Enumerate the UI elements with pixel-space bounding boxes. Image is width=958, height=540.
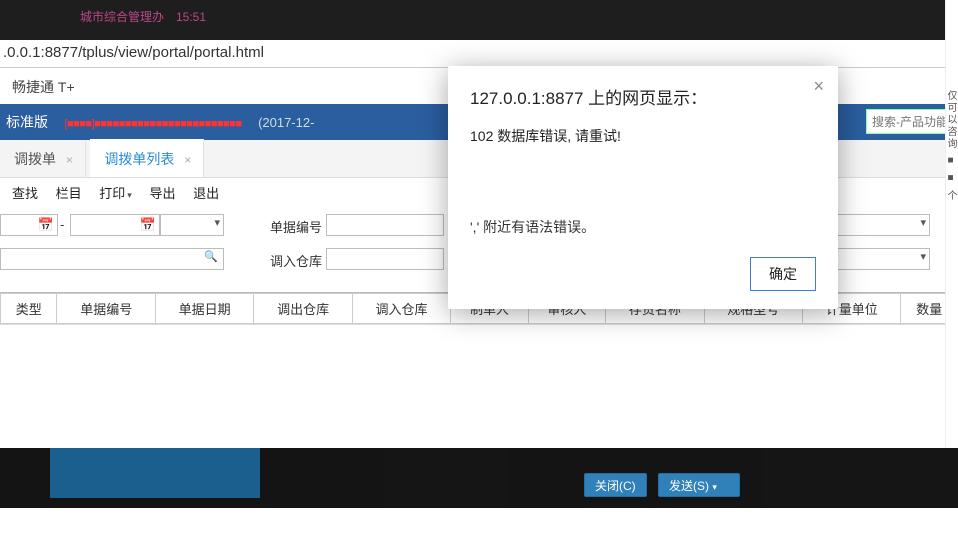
ok-button[interactable]: 确定 xyxy=(750,257,816,291)
chevron-down-icon: ▾ xyxy=(920,250,926,263)
col-docno[interactable]: 单据编号 xyxy=(57,294,155,324)
in-wh-label: 调入仓库 xyxy=(270,251,322,270)
send-button[interactable]: 发送(S) ▾ xyxy=(658,473,740,497)
dialog-message-1: 102 数据库错误, 请重试! xyxy=(470,125,816,147)
close-icon[interactable]: × xyxy=(813,76,824,97)
calendar-icon: 📅 xyxy=(140,217,156,233)
edition-label: 标准版 xyxy=(0,104,56,140)
search-input[interactable] xyxy=(866,109,952,134)
url-bar[interactable]: .0.0.1:8877/tplus/view/portal/portal.htm… xyxy=(0,40,958,68)
footer-blue-panel xyxy=(50,448,260,498)
header-redtext: [■■■■]■■■■■■■■■■■■■■■■■■■■■■■■ xyxy=(60,118,241,130)
right-side-hint: 仅可以咨询 ■ ■ 个 xyxy=(945,0,958,448)
date-to-input[interactable]: 📅 xyxy=(70,214,160,236)
doc-no-input[interactable] xyxy=(326,214,444,236)
close-icon[interactable]: × xyxy=(184,153,191,167)
exit-button[interactable]: 退出 xyxy=(193,186,219,201)
background-dim-top: 城市综合管理办 15:51 xyxy=(0,0,958,40)
in-wh-input[interactable] xyxy=(326,248,444,270)
col-date[interactable]: 单据日期 xyxy=(155,294,253,324)
header-date: (2017-12- xyxy=(246,115,314,130)
dialog-buttons: 确定 xyxy=(470,257,816,291)
filter-select-1[interactable]: ▾ xyxy=(836,214,930,236)
type-select[interactable]: ▾ xyxy=(160,214,224,236)
col-type[interactable]: 类型 xyxy=(1,294,57,324)
doc-no-label: 单据编号 xyxy=(270,217,322,236)
export-button[interactable]: 导出 xyxy=(149,186,175,201)
calendar-icon: 📅 xyxy=(38,217,54,233)
chevron-down-icon: ▾ xyxy=(712,482,717,492)
send-label: 发送(S) xyxy=(669,479,709,493)
alert-dialog: × 127.0.0.1:8877 上的网页显示： 102 数据库错误, 请重试!… xyxy=(448,66,838,309)
dialog-message-2: ',' 附近有语法错误。 xyxy=(470,217,816,237)
date-from-input[interactable]: 📅 xyxy=(0,214,58,236)
col-outwh[interactable]: 调出仓库 xyxy=(254,294,352,324)
filter-select-2[interactable]: ▾ xyxy=(836,248,930,270)
tab-label: 调拨单列表 xyxy=(104,151,174,167)
close-icon[interactable]: × xyxy=(66,153,73,167)
out-wh-input[interactable]: 🔍 xyxy=(0,248,224,270)
tab-label: 调拨单 xyxy=(14,151,56,167)
col-inwh[interactable]: 调入仓库 xyxy=(352,294,450,324)
chevron-down-icon: ▾ xyxy=(214,216,220,229)
app-brand: 畅捷通 T+ xyxy=(0,70,87,100)
search-icon: 🔍 xyxy=(204,250,218,263)
tab-transfer-order-list[interactable]: 调拨单列表 × xyxy=(90,139,204,177)
dim-text: 城市综合管理办 15:51 xyxy=(0,0,958,33)
chevron-down-icon: ▾ xyxy=(920,216,926,229)
dialog-title: 127.0.0.1:8877 上的网页显示： xyxy=(470,84,816,109)
print-button[interactable]: 打印 xyxy=(99,186,132,201)
find-button[interactable]: 查找 xyxy=(12,186,38,201)
tab-transfer-order[interactable]: 调拨单 × xyxy=(0,141,86,177)
close-button[interactable]: 关闭(C) xyxy=(584,473,647,497)
columns-button[interactable]: 栏目 xyxy=(56,186,82,201)
footer-dim: 关闭(C) 发送(S) ▾ xyxy=(0,448,958,508)
date-sep: - xyxy=(60,217,64,232)
